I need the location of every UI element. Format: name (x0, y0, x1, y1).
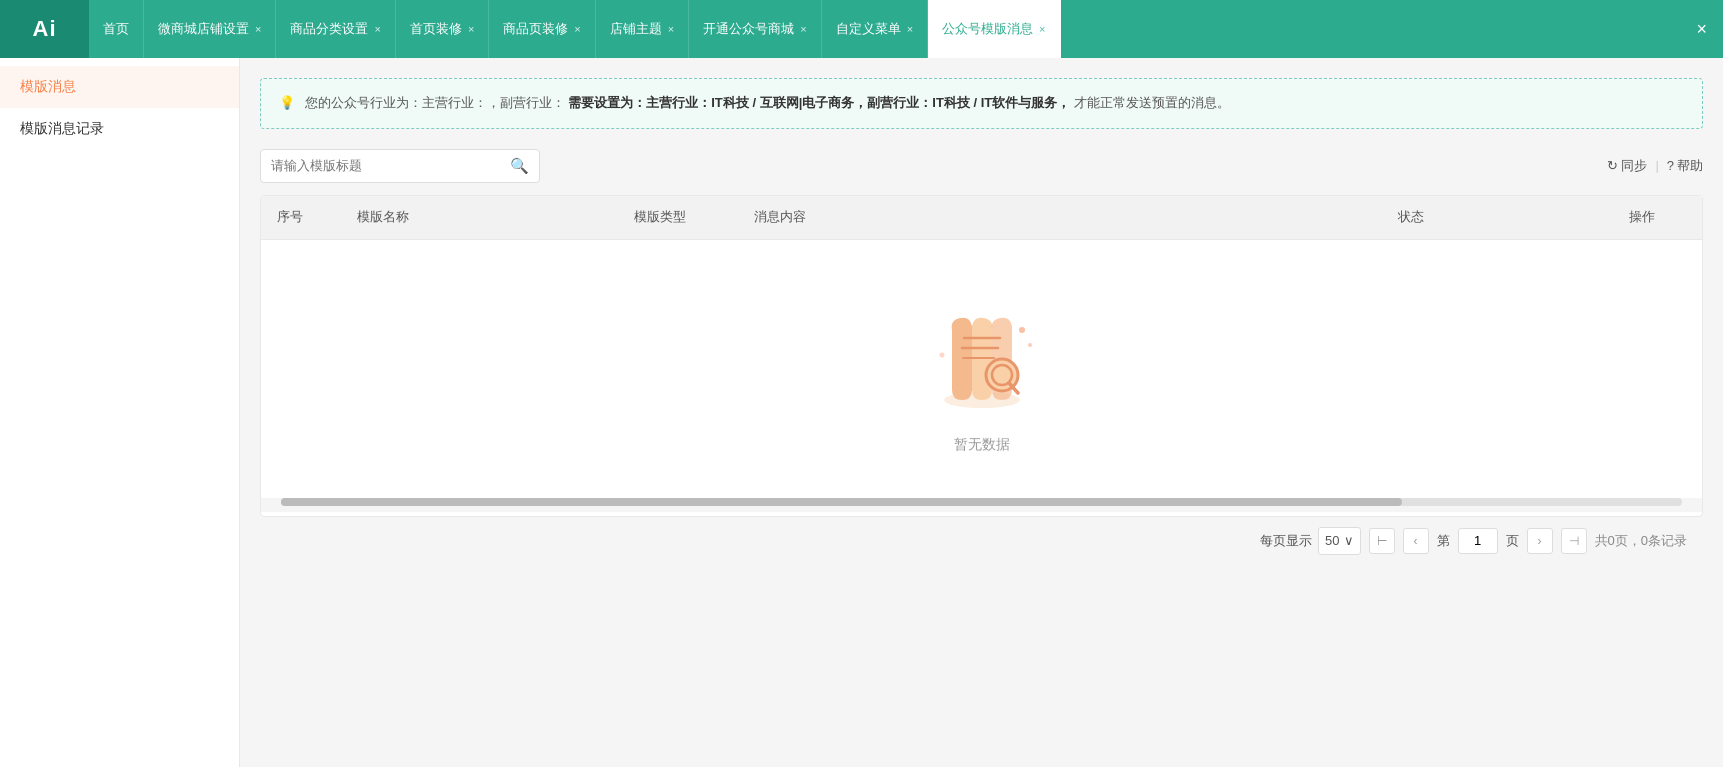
nav-tab-templatemsg[interactable]: 公众号模版消息× (928, 0, 1060, 58)
search-input-wrap: 🔍 (260, 149, 540, 183)
next-page-button[interactable]: › (1527, 528, 1553, 554)
per-page-dropdown-icon: ∨ (1344, 533, 1354, 548)
main-layout: 模版消息 模版消息记录 💡 您的公众号行业为：主营行业：，副营行业： 需要设置为… (0, 58, 1723, 767)
nav-tab-category[interactable]: 商品分类设置× (276, 0, 395, 58)
nav-tabs: 首页微商城店铺设置×商品分类设置×首页装修×商品页装修×店铺主题×开通公众号商城… (89, 0, 1680, 58)
page-label: 第 (1437, 532, 1450, 550)
per-page-wrap: 每页显示 50 ∨ (1260, 527, 1360, 555)
notice-prefix: 您的公众号行业为：主营行业：，副营行业： (305, 95, 565, 110)
sidebar-item-template-record[interactable]: 模版消息记录 (0, 108, 239, 150)
svg-point-8 (1028, 343, 1032, 347)
empty-text: 暂无数据 (954, 436, 1010, 454)
top-navigation: Ai 首页微商城店铺设置×商品分类设置×首页装修×商品页装修×店铺主题×开通公众… (0, 0, 1723, 58)
close-tab-templatemsg[interactable]: × (1039, 23, 1045, 35)
scrollbar-track (281, 498, 1682, 506)
data-table: 序号 模版名称 模版类型 消息内容 状态 操作 (260, 195, 1703, 517)
close-tab-category[interactable]: × (374, 23, 380, 35)
help-button[interactable]: ? 帮助 (1667, 157, 1703, 175)
close-tab-custommenu[interactable]: × (907, 23, 913, 35)
sidebar: 模版消息 模版消息记录 (0, 58, 240, 767)
first-page-button[interactable]: ⊢ (1369, 528, 1395, 554)
col-type: 模版类型 (618, 208, 738, 226)
empty-state: 暂无数据 (261, 240, 1702, 494)
sidebar-item-template-msg[interactable]: 模版消息 (0, 66, 239, 108)
logo: Ai (0, 0, 89, 58)
table-header: 序号 模版名称 模版类型 消息内容 状态 操作 (261, 196, 1702, 240)
per-page-label: 每页显示 (1260, 532, 1312, 550)
search-input[interactable] (271, 158, 510, 173)
notice-box: 💡 您的公众号行业为：主营行业：，副营行业： 需要设置为：主营行业：IT科技 /… (260, 78, 1703, 129)
sync-help-bar: ↻ 同步 | ? 帮助 (1607, 157, 1703, 175)
last-page-button[interactable]: ⊣ (1561, 528, 1587, 554)
close-all-tabs-button[interactable]: × (1680, 0, 1723, 58)
close-tab-weshop[interactable]: × (255, 23, 261, 35)
col-content: 消息内容 (738, 208, 1382, 226)
col-seq: 序号 (261, 208, 341, 226)
notice-suffix: 才能正常发送预置的消息。 (1074, 95, 1230, 110)
content-area: 💡 您的公众号行业为：主营行业：，副营行业： 需要设置为：主营行业：IT科技 /… (240, 58, 1723, 767)
divider: | (1655, 158, 1658, 173)
nav-tab-productpage[interactable]: 商品页装修× (489, 0, 595, 58)
page-number-input[interactable] (1458, 528, 1498, 554)
nav-tab-theme[interactable]: 店铺主题× (596, 0, 689, 58)
sync-icon: ↻ (1607, 158, 1618, 173)
svg-point-9 (939, 352, 944, 357)
nav-tab-homepage[interactable]: 首页装修× (396, 0, 489, 58)
prev-page-button[interactable]: ‹ (1403, 528, 1429, 554)
nav-tab-openstore[interactable]: 开通公众号商城× (689, 0, 821, 58)
close-tab-productpage[interactable]: × (574, 23, 580, 35)
per-page-value: 50 (1325, 533, 1339, 548)
nav-tab-custommenu[interactable]: 自定义菜单× (822, 0, 928, 58)
page-unit: 页 (1506, 532, 1519, 550)
pagination: 每页显示 50 ∨ ⊢ ‹ 第 页 › ⊣ 共0页，0条记录 (260, 517, 1703, 567)
per-page-select[interactable]: 50 ∨ (1318, 527, 1360, 555)
search-bar: 🔍 ↻ 同步 | ? 帮助 (260, 149, 1703, 183)
search-button[interactable]: 🔍 (510, 157, 529, 175)
scrollbar-thumb[interactable] (281, 498, 1402, 506)
sync-button[interactable]: ↻ 同步 (1607, 157, 1647, 175)
svg-point-7 (1019, 327, 1025, 333)
col-status: 状态 (1382, 208, 1582, 226)
col-action: 操作 (1582, 208, 1702, 226)
horizontal-scrollbar[interactable] (261, 498, 1702, 512)
col-name: 模版名称 (341, 208, 618, 226)
close-tab-openstore[interactable]: × (800, 23, 806, 35)
close-tab-homepage[interactable]: × (468, 23, 474, 35)
total-info: 共0页，0条记录 (1595, 532, 1687, 550)
help-icon: ? (1667, 158, 1674, 173)
empty-state-icon (922, 300, 1042, 420)
nav-tab-weshop[interactable]: 微商城店铺设置× (144, 0, 276, 58)
nav-tab-home[interactable]: 首页 (89, 0, 144, 58)
notice-highlight: 需要设置为：主营行业：IT科技 / 互联网|电子商务，副营行业：IT科技 / I… (568, 95, 1070, 110)
notice-icon: 💡 (279, 95, 295, 110)
close-tab-theme[interactable]: × (668, 23, 674, 35)
